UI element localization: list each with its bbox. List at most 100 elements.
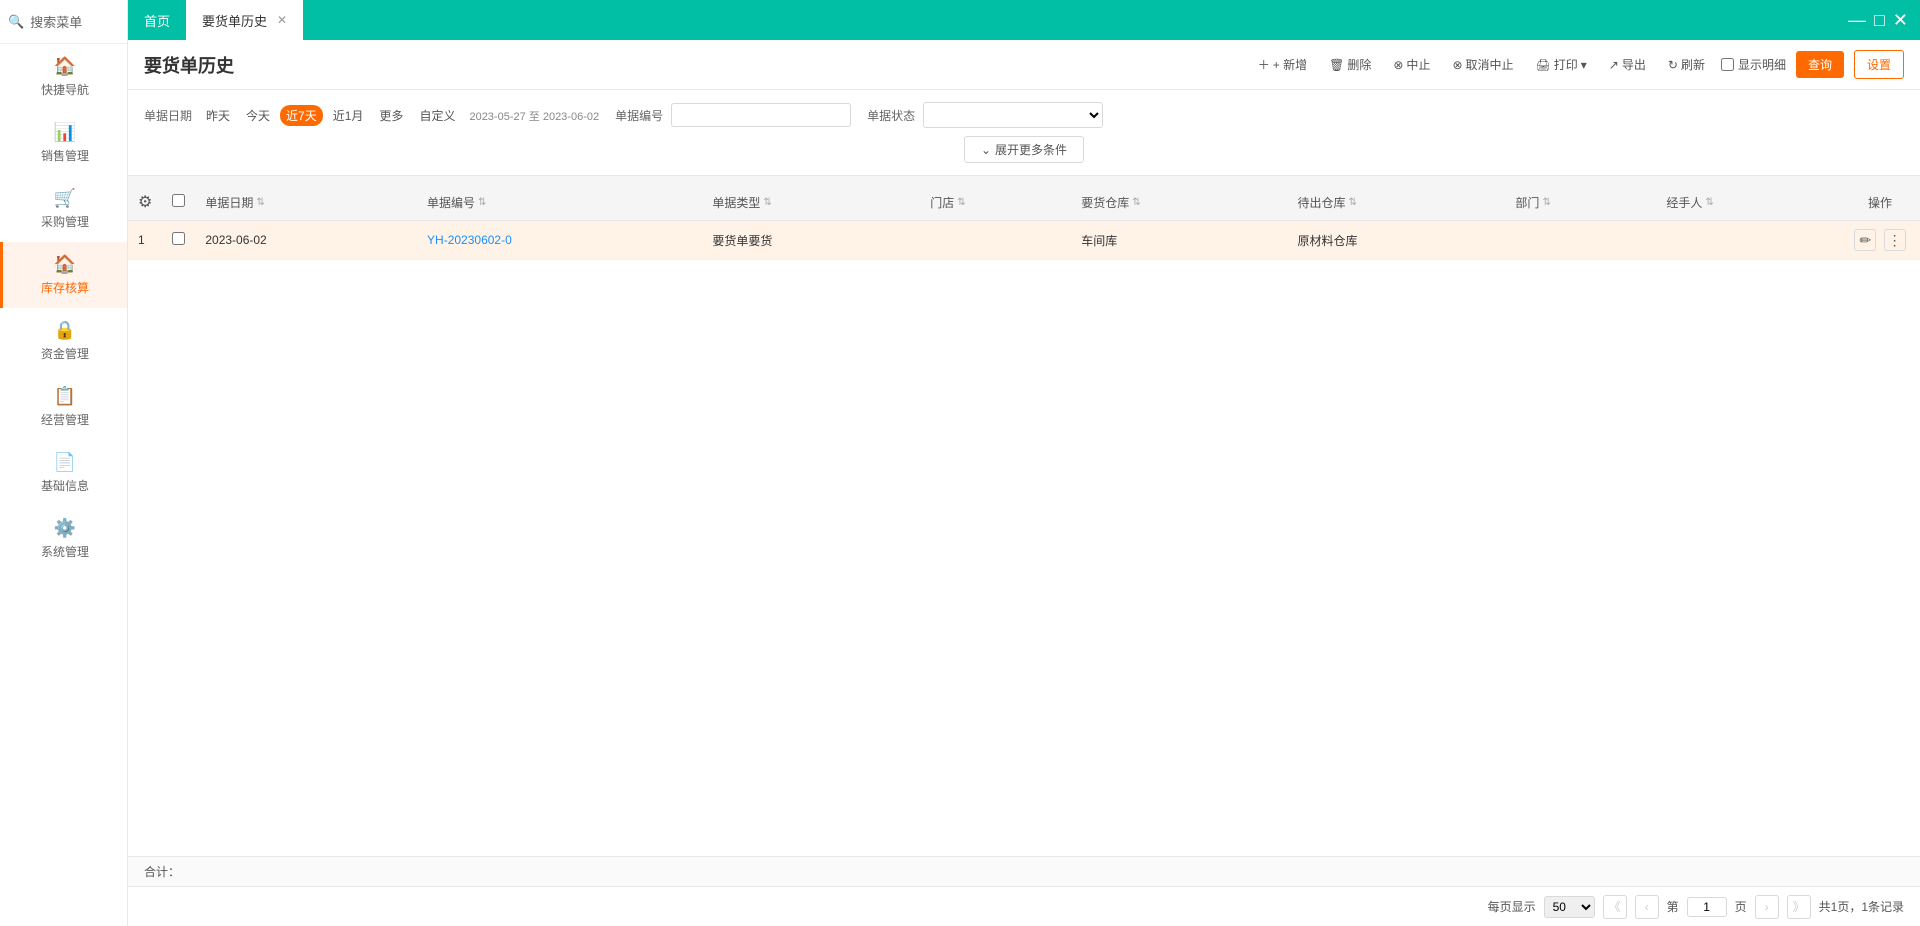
date-btn-custom[interactable]: 自定义 <box>413 105 461 126</box>
new-button[interactable]: ＋ + 新增 <box>1252 52 1313 77</box>
page-number-input[interactable] <box>1687 897 1727 917</box>
row-req-warehouse: 车间库 <box>1071 221 1287 260</box>
column-settings-icon[interactable]: ⚙ <box>138 194 152 211</box>
th-store-label: 门店 <box>930 194 954 211</box>
th-bill-no-label: 单据编号 <box>427 194 475 211</box>
total-info: 共1页，1条记录 <box>1819 898 1904 915</box>
row-store <box>920 221 1071 260</box>
tab-requisition-history[interactable]: 要货单历史 ✕ <box>186 0 303 40</box>
row-edit-icon[interactable]: ✏ <box>1854 229 1876 251</box>
bill-no-label: 单据编号 <box>615 107 663 124</box>
first-page-btn[interactable]: 《 <box>1603 895 1627 919</box>
page-header: 要货单历史 ＋ + 新增 🗑 删除 ⊗ 中止 ⊗ 取消中止 <box>128 40 1920 90</box>
main-area: 首页 要货单历史 ✕ — □ ✕ 要货单历史 ＋ + 新增 🗑 删除 <box>128 0 1920 926</box>
next-page-btn[interactable]: › <box>1755 895 1779 919</box>
print-button[interactable]: 🖨 打印 ▾ <box>1530 52 1593 77</box>
tab-close-icon[interactable]: ✕ <box>277 13 287 27</box>
th-req-warehouse: 要货仓库 ⇅ <box>1071 184 1287 221</box>
cancel-stop-button[interactable]: ⊗ 取消中止 <box>1446 52 1519 77</box>
new-icon: ＋ <box>1258 56 1270 73</box>
new-label: + 新增 <box>1273 56 1307 73</box>
query-button[interactable]: 查询 <box>1796 51 1844 78</box>
table-header: ⚙ 单据日期 ⇅ <box>128 184 1920 221</box>
purchase-icon: 🛒 <box>54 188 76 209</box>
date-filter: 单据日期 昨天 今天 近7天 近1月 更多 自定义 2023-05-27 至 2… <box>144 105 599 126</box>
row-index: 1 <box>128 221 162 260</box>
sort-pending-warehouse-icon[interactable]: ⇅ <box>1348 197 1356 208</box>
row-checkbox[interactable] <box>172 232 185 245</box>
sidebar-item-basic[interactable]: 📄 基础信息 <box>0 440 127 506</box>
date-filter-label: 单据日期 <box>144 107 192 124</box>
date-range-display: 2023-05-27 至 2023-06-02 <box>469 108 599 124</box>
settings-label: 设置 <box>1867 56 1891 73</box>
sort-bill-date-icon[interactable]: ⇅ <box>256 197 264 208</box>
status-filter: 单据状态 <box>867 102 1103 128</box>
row-more-icon[interactable]: ⋮ <box>1884 229 1906 251</box>
delete-button[interactable]: 🗑 删除 <box>1323 52 1377 77</box>
bill-no-input[interactable] <box>671 103 851 127</box>
page-size-select[interactable]: 50 10 20 100 <box>1544 896 1595 918</box>
window-minimize-icon[interactable]: — <box>1848 10 1866 31</box>
sort-bill-no-icon[interactable]: ⇅ <box>478 197 486 208</box>
sort-bill-type-icon[interactable]: ⇅ <box>763 197 771 208</box>
date-btn-last1month[interactable]: 近1月 <box>327 105 370 126</box>
window-maximize-icon[interactable]: □ <box>1874 10 1885 31</box>
sidebar: 🔍 搜索菜单 🏠 快捷导航 📊 销售管理 🛒 采购管理 🏠 库存核算 🔒 资金管… <box>0 0 128 926</box>
bill-no-link[interactable]: YH-20230602-0 <box>427 233 512 247</box>
stop-button[interactable]: ⊗ 中止 <box>1387 52 1436 77</box>
sidebar-item-label: 资金管理 <box>41 345 89 362</box>
display-detail-toggle[interactable]: 显示明细 <box>1721 56 1786 73</box>
settings-button[interactable]: 设置 <box>1854 50 1904 79</box>
select-all-checkbox[interactable] <box>172 194 185 207</box>
sidebar-search[interactable]: 🔍 搜索菜单 <box>0 0 127 44</box>
search-icon: 🔍 <box>8 14 24 30</box>
finance-icon: 🔒 <box>54 320 76 341</box>
sidebar-item-sales[interactable]: 📊 销售管理 <box>0 110 127 176</box>
topbar: 首页 要货单历史 ✕ — □ ✕ <box>128 0 1920 40</box>
date-btn-today[interactable]: 今天 <box>240 105 276 126</box>
sidebar-item-purchase[interactable]: 🛒 采购管理 <box>0 176 127 242</box>
sidebar-item-operation[interactable]: 📋 经营管理 <box>0 374 127 440</box>
row-bill-date: 2023-06-02 <box>195 221 417 260</box>
filter-row: 单据日期 昨天 今天 近7天 近1月 更多 自定义 2023-05-27 至 2… <box>144 102 1904 128</box>
date-btn-last7days[interactable]: 近7天 <box>280 105 323 126</box>
th-bill-date: 单据日期 ⇅ <box>195 184 417 221</box>
window-close-icon[interactable]: ✕ <box>1893 10 1908 31</box>
basic-icon: 📄 <box>54 452 76 473</box>
summary-label: 合计： <box>144 865 180 879</box>
delete-label: 删除 <box>1347 56 1371 73</box>
status-select[interactable] <box>923 102 1103 128</box>
refresh-icon: ↻ <box>1668 58 1678 72</box>
row-bill-type: 要货单要货 <box>702 221 920 260</box>
date-btn-more[interactable]: 更多 <box>373 105 409 126</box>
sort-department-icon[interactable]: ⇅ <box>1542 197 1550 208</box>
tab-home[interactable]: 首页 <box>128 0 186 40</box>
table-row[interactable]: 1 2023-06-02 YH-20230602-0 要货单要货 车间库 <box>128 221 1920 260</box>
filter-expand-btn[interactable]: ⌄ 展开更多条件 <box>964 136 1084 163</box>
th-department-label: 部门 <box>1515 194 1539 211</box>
last-page-btn[interactable]: 》 <box>1787 895 1811 919</box>
page-label: 第 <box>1667 898 1679 915</box>
print-icon: 🖨 <box>1536 58 1551 72</box>
sidebar-item-finance[interactable]: 🔒 资金管理 <box>0 308 127 374</box>
row-pending-warehouse: 原材料仓库 <box>1287 221 1505 260</box>
system-icon: ⚙️ <box>54 518 76 539</box>
display-detail-checkbox[interactable] <box>1721 58 1734 71</box>
sort-req-warehouse-icon[interactable]: ⇅ <box>1132 197 1140 208</box>
th-req-warehouse-label: 要货仓库 <box>1081 194 1129 211</box>
refresh-button[interactable]: ↻ 刷新 <box>1662 52 1711 77</box>
row-department <box>1505 221 1656 260</box>
export-button[interactable]: ↗ 导出 <box>1603 52 1652 77</box>
topbar-right: — □ ✕ <box>1848 10 1920 31</box>
sidebar-item-label: 基础信息 <box>41 477 89 494</box>
refresh-label: 刷新 <box>1681 56 1705 73</box>
sidebar-item-inventory[interactable]: 🏠 库存核算 <box>0 242 127 308</box>
sidebar-item-quick-nav[interactable]: 🏠 快捷导航 <box>0 44 127 110</box>
sort-store-icon[interactable]: ⇅ <box>957 197 965 208</box>
date-btn-yesterday[interactable]: 昨天 <box>200 105 236 126</box>
sidebar-item-system[interactable]: ⚙️ 系统管理 <box>0 506 127 572</box>
prev-page-btn[interactable]: ‹ <box>1635 895 1659 919</box>
sort-handler-icon[interactable]: ⇅ <box>1705 197 1713 208</box>
sidebar-item-label: 销售管理 <box>41 147 89 164</box>
sidebar-search-label: 搜索菜单 <box>30 12 82 31</box>
